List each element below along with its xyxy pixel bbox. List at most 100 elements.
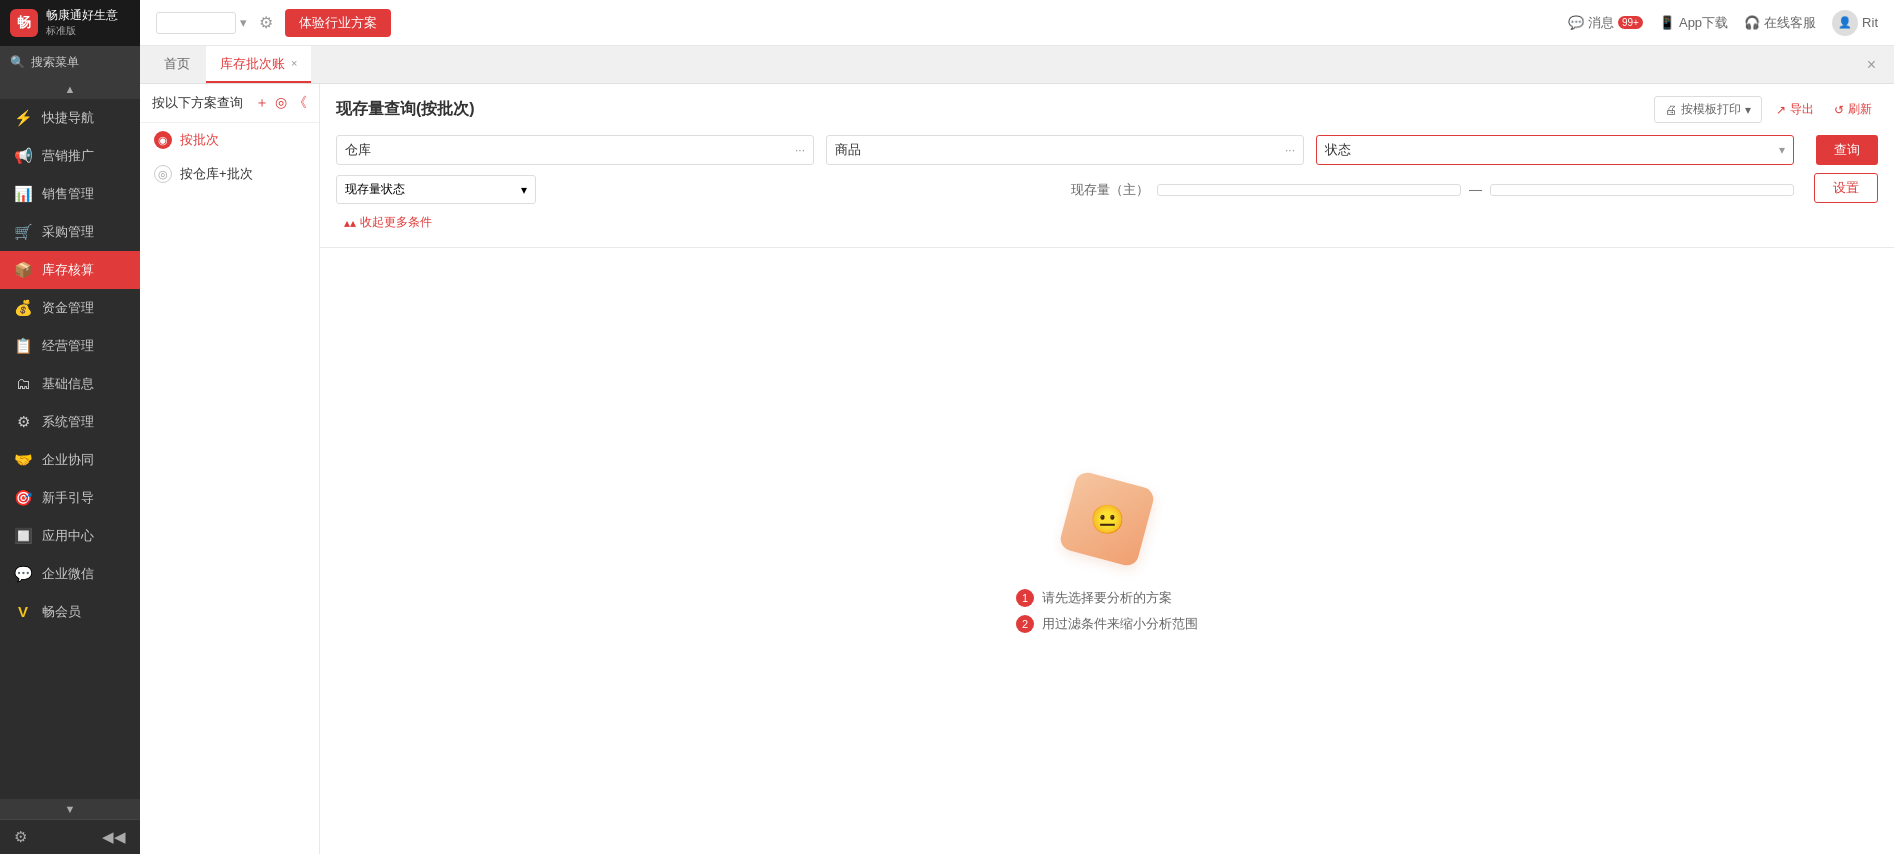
sidebar-search[interactable]: 🔍 搜索菜单	[0, 46, 140, 79]
app-subtitle: 标准版	[46, 24, 118, 38]
topbar-chevron-icon[interactable]: ▾	[240, 15, 247, 30]
print-button[interactable]: 🖨 按模板打印 ▾	[1654, 96, 1762, 123]
quantity-min-input[interactable]	[1157, 184, 1461, 196]
sidebar-item-enterprise[interactable]: 🤝 企业协同	[0, 441, 140, 479]
finance-icon: 💰	[14, 299, 32, 317]
app-download-label: App下载	[1679, 14, 1728, 32]
right-panel: 现存量查询(按批次) 🖨 按模板打印 ▾ ↗ 导出 ↺	[320, 84, 1894, 854]
filter-actions: 查询 设置	[1814, 135, 1878, 203]
avatar: 👤	[1832, 10, 1858, 36]
settings-icon[interactable]: ⚙	[14, 828, 27, 846]
sidebar-item-label: 库存核算	[42, 261, 94, 279]
sidebar-item-marketing[interactable]: 📢 营销推广	[0, 137, 140, 175]
collapse-button[interactable]: ▴▴ 收起更多条件	[336, 210, 440, 235]
scheme-by-warehouse-batch[interactable]: ◎ 按仓库+批次	[140, 157, 319, 191]
data-area: 😐 1 请先选择要分析的方案 2 用过滤条件来缩小分析范围	[320, 248, 1894, 854]
sidebar-item-label: 营销推广	[42, 147, 94, 165]
sidebar-scroll-up[interactable]: ▲	[0, 79, 140, 99]
user-profile-button[interactable]: 👤 Rit	[1832, 10, 1878, 36]
sidebar-item-label: 企业协同	[42, 451, 94, 469]
status-chevron-icon[interactable]: ▾	[1779, 143, 1785, 157]
app-download-button[interactable]: 📱 App下载	[1659, 14, 1728, 32]
sidebar-header: 畅 畅康通好生意 标准版	[0, 0, 140, 46]
inventory-status-wrap: 现存量状态 ▾	[336, 175, 1059, 204]
filter-fields: 仓库 ··· 商品 ···	[336, 135, 1794, 235]
filter-row-1: 仓库 ··· 商品 ···	[336, 135, 1794, 165]
tab-inventory-batch[interactable]: 库存批次账 ×	[206, 46, 311, 83]
quantity-label: 现存量（主）	[1071, 181, 1149, 199]
sidebar-item-purchase[interactable]: 🛒 采购管理	[0, 213, 140, 251]
filter-title-row: 现存量查询(按批次) 🖨 按模板打印 ▾ ↗ 导出 ↺	[336, 96, 1878, 123]
hint-num-2: 2	[1016, 615, 1034, 633]
filter-settings-button[interactable]: 设置	[1814, 173, 1878, 203]
panel-close-button[interactable]: ×	[1859, 46, 1884, 83]
filter-row-2: 现存量状态 ▾ 现存量（主） —	[336, 175, 1794, 204]
topbar-left: ▾ ⚙ 体验行业方案	[156, 9, 391, 37]
newbie-icon: 🎯	[14, 489, 32, 507]
sidebar-item-finance[interactable]: 💰 资金管理	[0, 289, 140, 327]
scheme-by-batch[interactable]: ◉ 按批次	[140, 123, 319, 157]
topbar-input-group: ▾	[156, 12, 247, 34]
avatar-icon: 👤	[1838, 16, 1852, 29]
export-button[interactable]: ↗ 导出	[1770, 97, 1820, 122]
goods-label: 商品	[835, 141, 861, 159]
sidebar-item-system[interactable]: ⚙ 系统管理	[0, 403, 140, 441]
app-title: 畅康通好生意	[46, 8, 118, 24]
hint-num-1: 1	[1016, 589, 1034, 607]
scheme-settings-icon[interactable]: ◎	[275, 94, 287, 112]
collapse-row: ▴▴ 收起更多条件	[336, 210, 1794, 235]
sidebar-item-basics[interactable]: 🗂 基础信息	[0, 365, 140, 403]
tab-close-button[interactable]: ×	[291, 58, 297, 69]
warehouse-input[interactable]: 仓库 ···	[336, 135, 814, 165]
messages-button[interactable]: 💬 消息 99+	[1568, 14, 1643, 32]
inventory-status-select[interactable]: 现存量状态 ▾	[336, 175, 536, 204]
topbar-settings-icon[interactable]: ⚙	[259, 13, 273, 32]
refresh-icon: ↺	[1834, 103, 1844, 117]
status-input[interactable]: 状态 ▾	[1316, 135, 1794, 165]
filter-main-row: 仓库 ··· 商品 ···	[336, 135, 1878, 235]
sidebar-scroll-down[interactable]: ▼	[0, 799, 140, 819]
sidebar-item-sales[interactable]: 📊 销售管理	[0, 175, 140, 213]
headset-icon: 🎧	[1744, 15, 1760, 30]
sidebar-item-operations[interactable]: 📋 经营管理	[0, 327, 140, 365]
sidebar-item-label: 应用中心	[42, 527, 94, 545]
purchase-icon: 🛒	[14, 223, 32, 241]
hint-text-2: 用过滤条件来缩小分析范围	[1042, 615, 1198, 633]
empty-hint-1: 1 请先选择要分析的方案	[1016, 589, 1198, 607]
user-name: Rit	[1862, 15, 1878, 30]
main-area: ▾ ⚙ 体验行业方案 💬 消息 99+ 📱 App下载 🎧 在线客服 👤	[140, 0, 1894, 854]
message-icon: 💬	[1568, 15, 1584, 30]
sidebar-item-quick-nav[interactable]: ⚡ 快捷导航	[0, 99, 140, 137]
sidebar-item-inventory[interactable]: 📦 库存核算	[0, 251, 140, 289]
experience-button[interactable]: 体验行业方案	[285, 9, 391, 37]
goods-field: 商品 ···	[826, 135, 1304, 165]
tab-home[interactable]: 首页	[150, 46, 204, 83]
quantity-max-input[interactable]	[1490, 184, 1794, 196]
enterprise-icon: 🤝	[14, 451, 32, 469]
add-scheme-icon[interactable]: ＋	[255, 94, 269, 112]
warehouse-dots[interactable]: ···	[795, 143, 805, 157]
page-title: 现存量查询(按批次)	[336, 99, 475, 120]
online-service-button[interactable]: 🎧 在线客服	[1744, 14, 1816, 32]
print-chevron-icon[interactable]: ▾	[1745, 103, 1751, 117]
sidebar-item-label: 新手引导	[42, 489, 94, 507]
sidebar-item-label: 畅会员	[42, 603, 81, 621]
refresh-button[interactable]: ↺ 刷新	[1828, 97, 1878, 122]
goods-input[interactable]: 商品 ···	[826, 135, 1304, 165]
sidebar-item-newbie[interactable]: 🎯 新手引导	[0, 479, 140, 517]
sidebar-item-wechat[interactable]: 💬 企业微信	[0, 555, 140, 593]
range-separator: —	[1469, 182, 1482, 197]
left-panel-icons: ＋ ◎ 《	[255, 94, 307, 112]
apps-icon: 🔲	[14, 527, 32, 545]
collapse-sidebar-icon[interactable]: ◀◀	[102, 828, 126, 846]
collapse-panel-icon[interactable]: 《	[293, 94, 307, 112]
quick-nav-icon: ⚡	[14, 109, 32, 127]
query-button[interactable]: 查询	[1816, 135, 1878, 165]
topbar-search-input[interactable]	[156, 12, 236, 34]
sidebar-item-apps[interactable]: 🔲 应用中心	[0, 517, 140, 555]
empty-state-icon: 😐	[1057, 469, 1157, 569]
sidebar-item-vip[interactable]: V 畅会员	[0, 593, 140, 631]
status-field: 状态 ▾	[1316, 135, 1794, 165]
goods-dots[interactable]: ···	[1285, 143, 1295, 157]
refresh-label: 刷新	[1848, 101, 1872, 118]
